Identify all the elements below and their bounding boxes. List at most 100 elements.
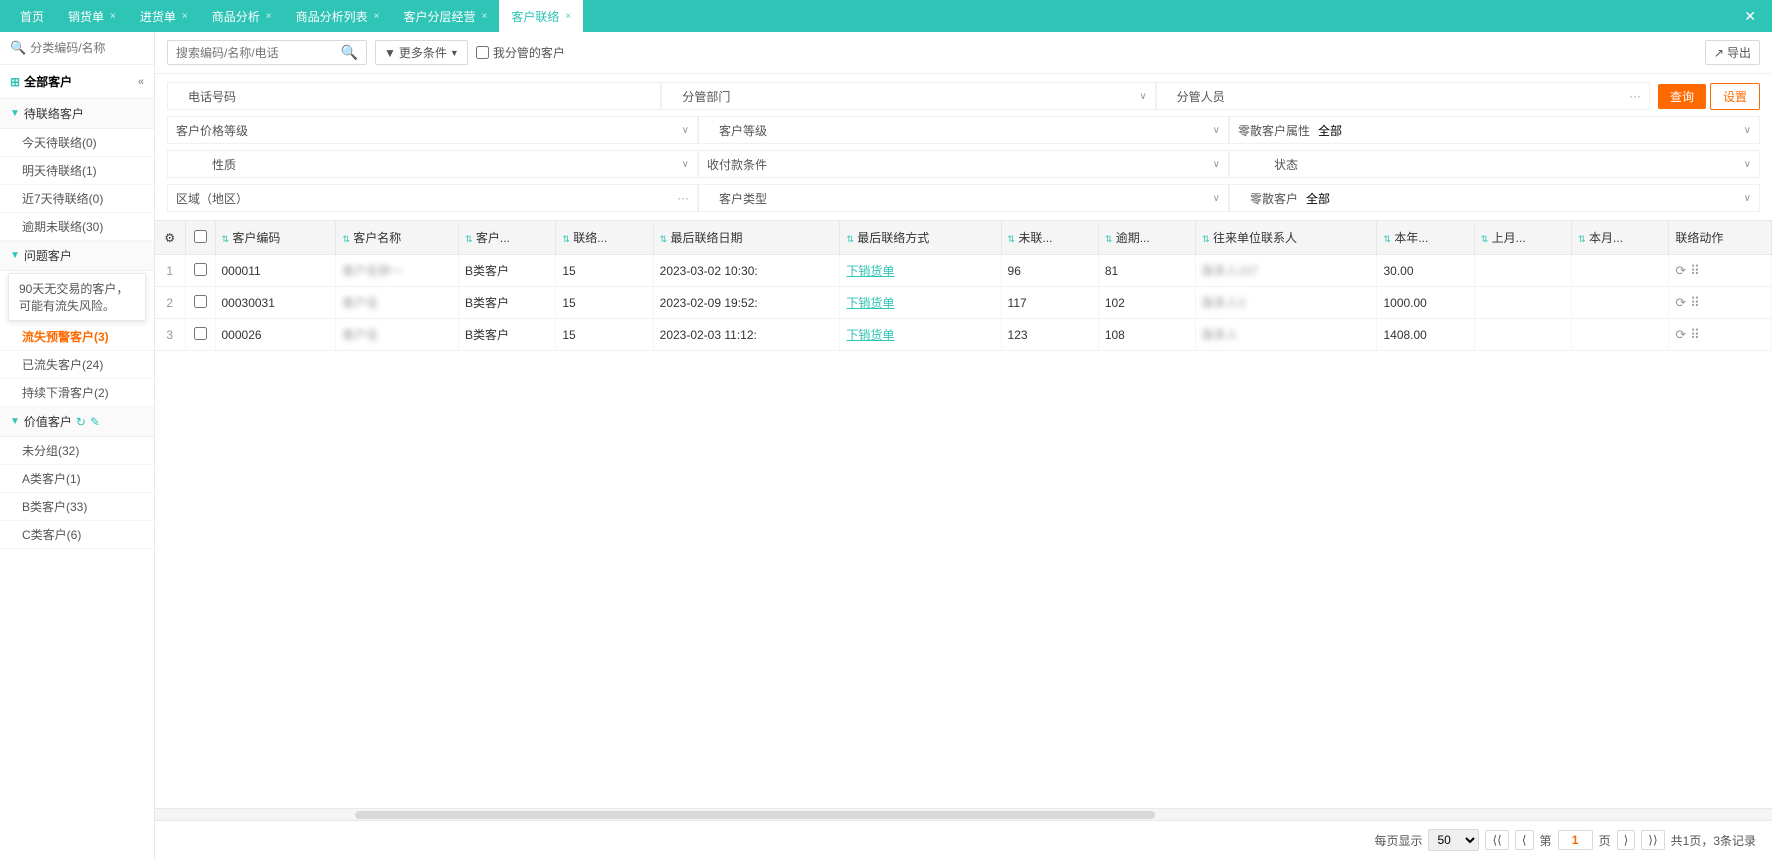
last-contact-date: 2023-02-03 11:12: [653,319,840,351]
search-input[interactable] [176,46,341,60]
close-icon[interactable]: × [565,11,571,22]
last-page-button[interactable]: ⟩⟩ [1641,830,1664,850]
close-icon[interactable]: × [110,11,116,22]
close-window-icon[interactable]: ✕ [1736,8,1764,25]
this-month-amount [1572,287,1669,319]
filter-phone-input[interactable] [244,89,652,103]
filter-region: 区域（地区） ··· [167,184,698,212]
next-page-button[interactable]: ⟩ [1617,830,1636,850]
sidebar-item-unclassified[interactable]: 未分组(32) [0,437,154,465]
per-page-select[interactable]: 50 100 200 [1428,829,1479,851]
search-icon: 🔍 [10,40,26,56]
sidebar-group-problem[interactable]: ▼ 问题客户 [0,241,154,271]
sidebar-item-today-contact[interactable]: 今天待联络(0) [0,129,154,157]
query-button[interactable]: 查询 [1658,84,1706,109]
sidebar-all-customers[interactable]: ⊞ 全部客户 « [0,65,154,99]
export-button[interactable]: ↗ 导出 [1705,40,1760,65]
more-icon[interactable]: ··· [1629,89,1641,103]
col-last-date[interactable]: ⇅ 最后联络日期 [653,221,840,255]
nav-tab-product-list[interactable]: 商品分析列表 × [284,0,392,32]
more-action-icon[interactable]: ⠿ [1690,327,1700,343]
row-checkbox[interactable] [194,295,207,308]
chevron-down-icon[interactable]: ∨ [1213,125,1220,136]
select-all-checkbox[interactable] [194,230,207,243]
col-this-year[interactable]: ⇅ 本年... [1377,221,1474,255]
row-checkbox[interactable] [194,263,207,276]
col-this-month[interactable]: ⇅ 本月... [1572,221,1669,255]
col-name[interactable]: ⇅ 客户名称 [336,221,459,255]
chevron-down-icon[interactable]: ∨ [1213,159,1220,170]
sidebar-item-week-contact[interactable]: 近7天待联络(0) [0,185,154,213]
filter-customer-grade: 客户等级 ∨ [698,116,1229,144]
col-uncontact[interactable]: ⇅ 未联... [1001,221,1098,255]
table-row: 2 00030031 客户名 B类客户 15 2023-02-09 19:52:… [155,287,1772,319]
pagination: 每页显示 50 100 200 ⟨⟨ ⟨ 第 页 ⟩ ⟩⟩ 共1页，3条记录 [155,820,1772,859]
nav-tab-product-analysis[interactable]: 商品分析 × [200,0,284,32]
sidebar-group-pending[interactable]: ▼ 待联络客户 [0,99,154,129]
my-customers-checkbox-area[interactable]: 我分管的客户 [476,44,565,61]
sidebar-item-declining[interactable]: 持续下滑客户(2) [0,379,154,407]
chevron-down-icon[interactable]: ∨ [682,125,689,136]
settings-button[interactable]: 设置 [1710,83,1760,110]
more-action-icon[interactable]: ⠿ [1690,263,1700,279]
row-checkbox[interactable] [194,327,207,340]
chevron-down-icon[interactable]: ∨ [1744,159,1751,170]
contact-method-link[interactable]: 下销货单 [846,328,894,342]
more-icon[interactable]: ··· [677,191,689,205]
nav-tab-purchase[interactable]: 进货单 × [128,0,200,32]
edit-icon[interactable]: ✎ [90,415,100,429]
contact-method-link[interactable]: 下销货单 [846,264,894,278]
my-customers-checkbox[interactable] [476,46,489,59]
col-contact[interactable]: ⇅ 联络... [556,221,653,255]
horizontal-scrollbar[interactable] [155,808,1772,820]
nav-tab-sales[interactable]: 销货单 × [56,0,128,32]
col-overdue[interactable]: ⇅ 逾期... [1098,221,1195,255]
filter-region-label: 区域（地区） [176,190,248,207]
chevron-down-icon[interactable]: ∨ [1213,193,1220,204]
contact-action-icon[interactable]: ⟳ [1675,295,1686,311]
sidebar-item-class-b[interactable]: B类客户(33) [0,493,154,521]
close-icon[interactable]: × [481,11,487,22]
page-number-input[interactable] [1558,830,1593,850]
sidebar-item-churned[interactable]: 已流失客户(24) [0,351,154,379]
search-button[interactable]: 🔍 [341,44,358,61]
contact-action-icon[interactable]: ⟳ [1675,327,1686,343]
more-action-icon[interactable]: ⠿ [1690,295,1700,311]
prev-page-button[interactable]: ⟨ [1515,830,1534,850]
nav-tab-home[interactable]: 首页 [8,0,56,32]
nav-tab-customer-contact[interactable]: 客户联络 × [499,0,583,32]
col-code[interactable]: ⇅ 客户编码 [215,221,336,255]
sidebar-item-churn-warning[interactable]: 流失预警客户(3) [0,323,154,351]
col-company-contact[interactable]: ⇅ 往来单位联系人 [1196,221,1377,255]
scroll-thumb[interactable] [355,811,1155,819]
col-last-month[interactable]: ⇅ 上月... [1474,221,1571,255]
col-type[interactable]: ⇅ 客户... [459,221,556,255]
row-number: 3 [155,319,185,351]
nav-tab-customer-tier[interactable]: 客户分层经营 × [391,0,499,32]
contact-action-icon[interactable]: ⟳ [1675,263,1686,279]
close-icon[interactable]: × [182,11,188,22]
sidebar-group-value[interactable]: ▼ 价值客户 ↻ ✎ [0,407,154,437]
chevron-down-icon[interactable]: ∨ [682,159,689,170]
sidebar-search-input[interactable] [30,41,144,55]
sidebar-item-class-a[interactable]: A类客户(1) [0,465,154,493]
close-icon[interactable]: × [266,11,272,22]
collapse-icon[interactable]: « [138,76,144,88]
filter-button[interactable]: ▼ 更多条件 ▼ [375,40,468,65]
data-table: ⚙ ⇅ 客户编码 ⇅ 客户名称 ⇅ [155,221,1772,351]
first-page-button[interactable]: ⟨⟨ [1485,830,1508,850]
sidebar-item-tomorrow-contact[interactable]: 明天待联络(1) [0,157,154,185]
col-last-method[interactable]: ⇅ 最后联络方式 [840,221,1001,255]
close-icon[interactable]: × [374,11,380,22]
chevron-down-icon[interactable]: ∨ [1744,125,1751,136]
chevron-down-icon[interactable]: ∨ [1139,91,1146,102]
chevron-down-icon[interactable]: ∨ [1744,193,1751,204]
col-settings[interactable]: ⚙ [155,221,185,255]
last-contact-method: 下销货单 [840,287,1001,319]
refresh-icon[interactable]: ↻ [76,415,86,429]
sidebar-item-class-c[interactable]: C类客户(6) [0,521,154,549]
sidebar-item-overdue-contact[interactable]: 逾期未联络(30) [0,213,154,241]
contact-method-link[interactable]: 下销货单 [846,296,894,310]
customer-name: 客户名 [336,319,459,351]
table-row: 3 000026 客户名 B类客户 15 2023-02-03 11:12: 下… [155,319,1772,351]
